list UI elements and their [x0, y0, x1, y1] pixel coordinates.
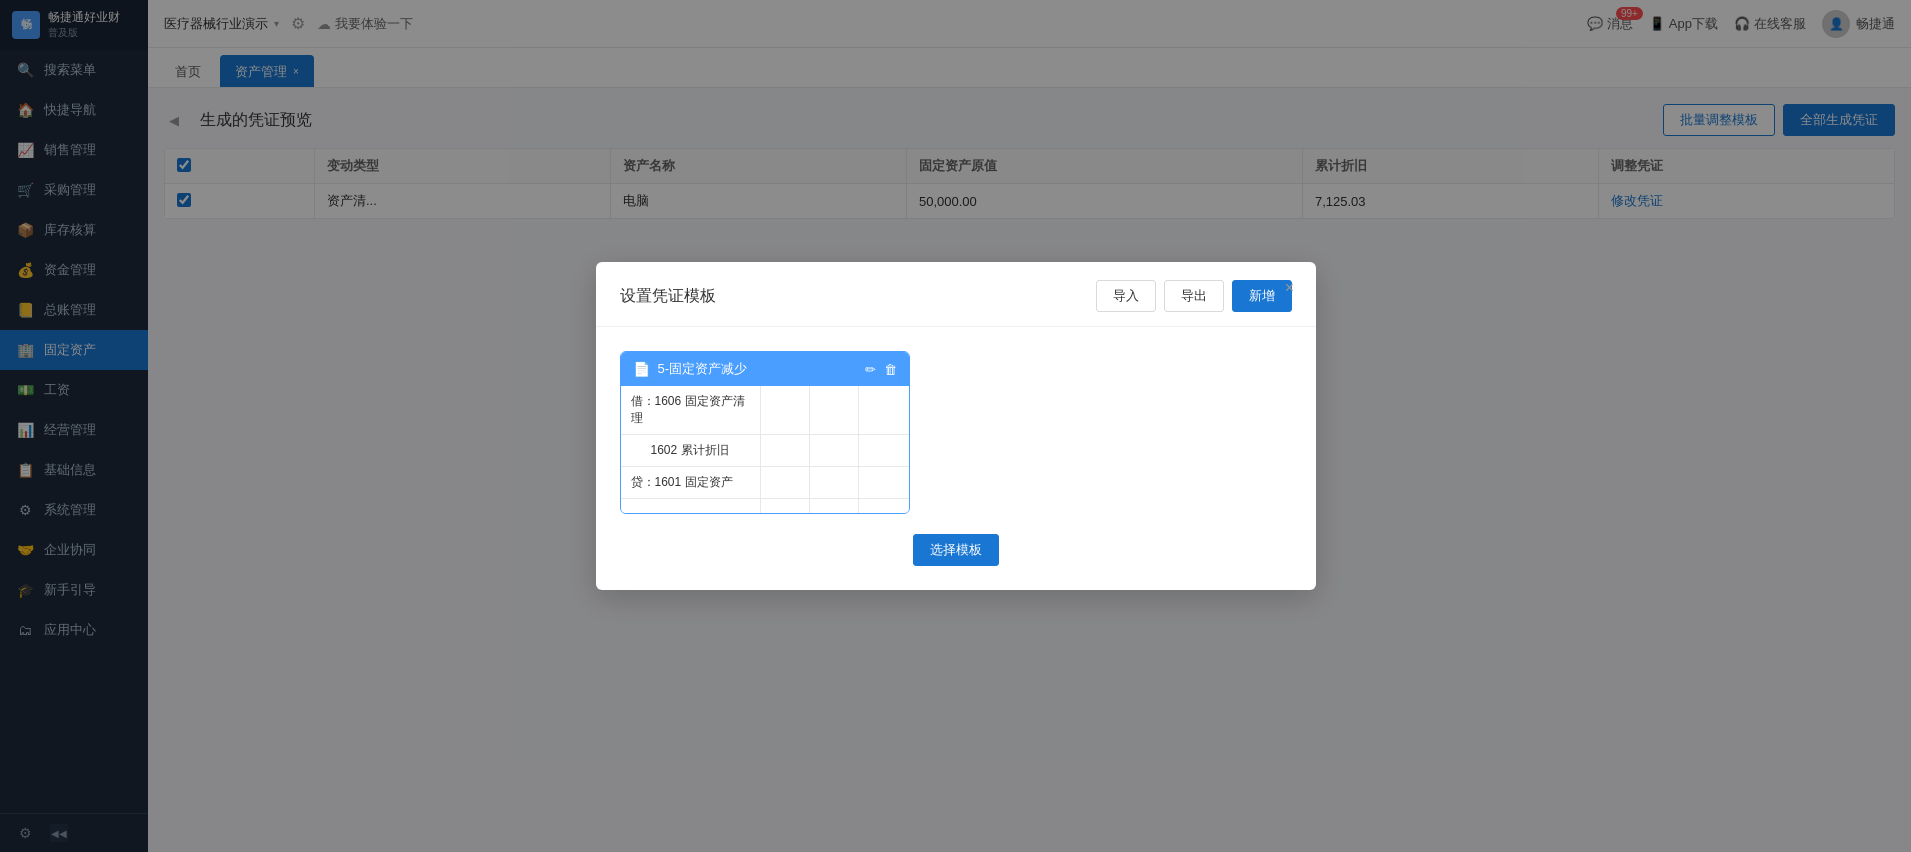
template-entry-row-2: 1602 累计折旧: [621, 435, 909, 467]
template-entry-row-1: 借：1606 固定资产清理: [621, 386, 909, 435]
entry-col3-1: [810, 386, 859, 434]
entry-type-3: 贷：1601 固定资产: [621, 467, 761, 498]
dialog-header-actions: 导入 导出 新增: [1096, 280, 1292, 312]
template-card: 📄 5-固定资产减少 ✏ 🗑 借：1606 固定资产清理: [620, 351, 910, 514]
template-card-header: 📄 5-固定资产减少 ✏ 🗑: [621, 352, 909, 386]
template-name: 5-固定资产减少: [658, 360, 748, 378]
template-entry-row-3: 贷：1601 固定资产: [621, 467, 909, 499]
entry-col4-4: [859, 499, 908, 513]
dialog-close-button[interactable]: ×: [1278, 276, 1302, 300]
entry-col2-1: [761, 386, 810, 434]
template-type-icon: 📄: [633, 361, 650, 377]
entry-type-1: 借：1606 固定资产清理: [621, 386, 761, 434]
import-button[interactable]: 导入: [1096, 280, 1156, 312]
entry-col4-3: [859, 467, 908, 498]
entry-col4-2: [859, 435, 908, 466]
select-template-button[interactable]: 选择模板: [913, 534, 999, 566]
entry-type-2: 1602 累计折旧: [621, 435, 761, 466]
template-footer: 选择模板: [620, 534, 1292, 566]
entry-type-4: [621, 499, 761, 513]
entry-col2-4: [761, 499, 810, 513]
dialog-header: 设置凭证模板 导入 导出 新增: [596, 262, 1316, 327]
dialog-title: 设置凭证模板: [620, 286, 716, 307]
main-content: 医疗器械行业演示 ▾ ⚙ ☁ 我要体验一下 💬 消息 99+ 📱 App下载: [148, 0, 1911, 852]
modal-overlay: × 设置凭证模板 导入 导出 新增: [148, 88, 1911, 852]
entry-col3-4: [810, 499, 859, 513]
page-area: ◀ 生成的凭证预览 批量调整模板 全部生成凭证 变动类型: [148, 88, 1911, 852]
template-card-actions: ✏ 🗑: [865, 362, 897, 377]
dialog: × 设置凭证模板 导入 导出 新增: [596, 262, 1316, 590]
template-delete-icon[interactable]: 🗑: [884, 362, 897, 377]
entry-col4-1: [859, 386, 908, 434]
template-card-body: 借：1606 固定资产清理 1602 累计折旧: [621, 386, 909, 513]
template-edit-icon[interactable]: ✏: [865, 362, 876, 377]
dialog-body: 📄 5-固定资产减少 ✏ 🗑 借：1606 固定资产清理: [596, 327, 1316, 590]
export-button[interactable]: 导出: [1164, 280, 1224, 312]
template-entry-row-4: [621, 499, 909, 513]
entry-col2-3: [761, 467, 810, 498]
entry-col2-2: [761, 435, 810, 466]
entry-col3-2: [810, 435, 859, 466]
entry-col3-3: [810, 467, 859, 498]
